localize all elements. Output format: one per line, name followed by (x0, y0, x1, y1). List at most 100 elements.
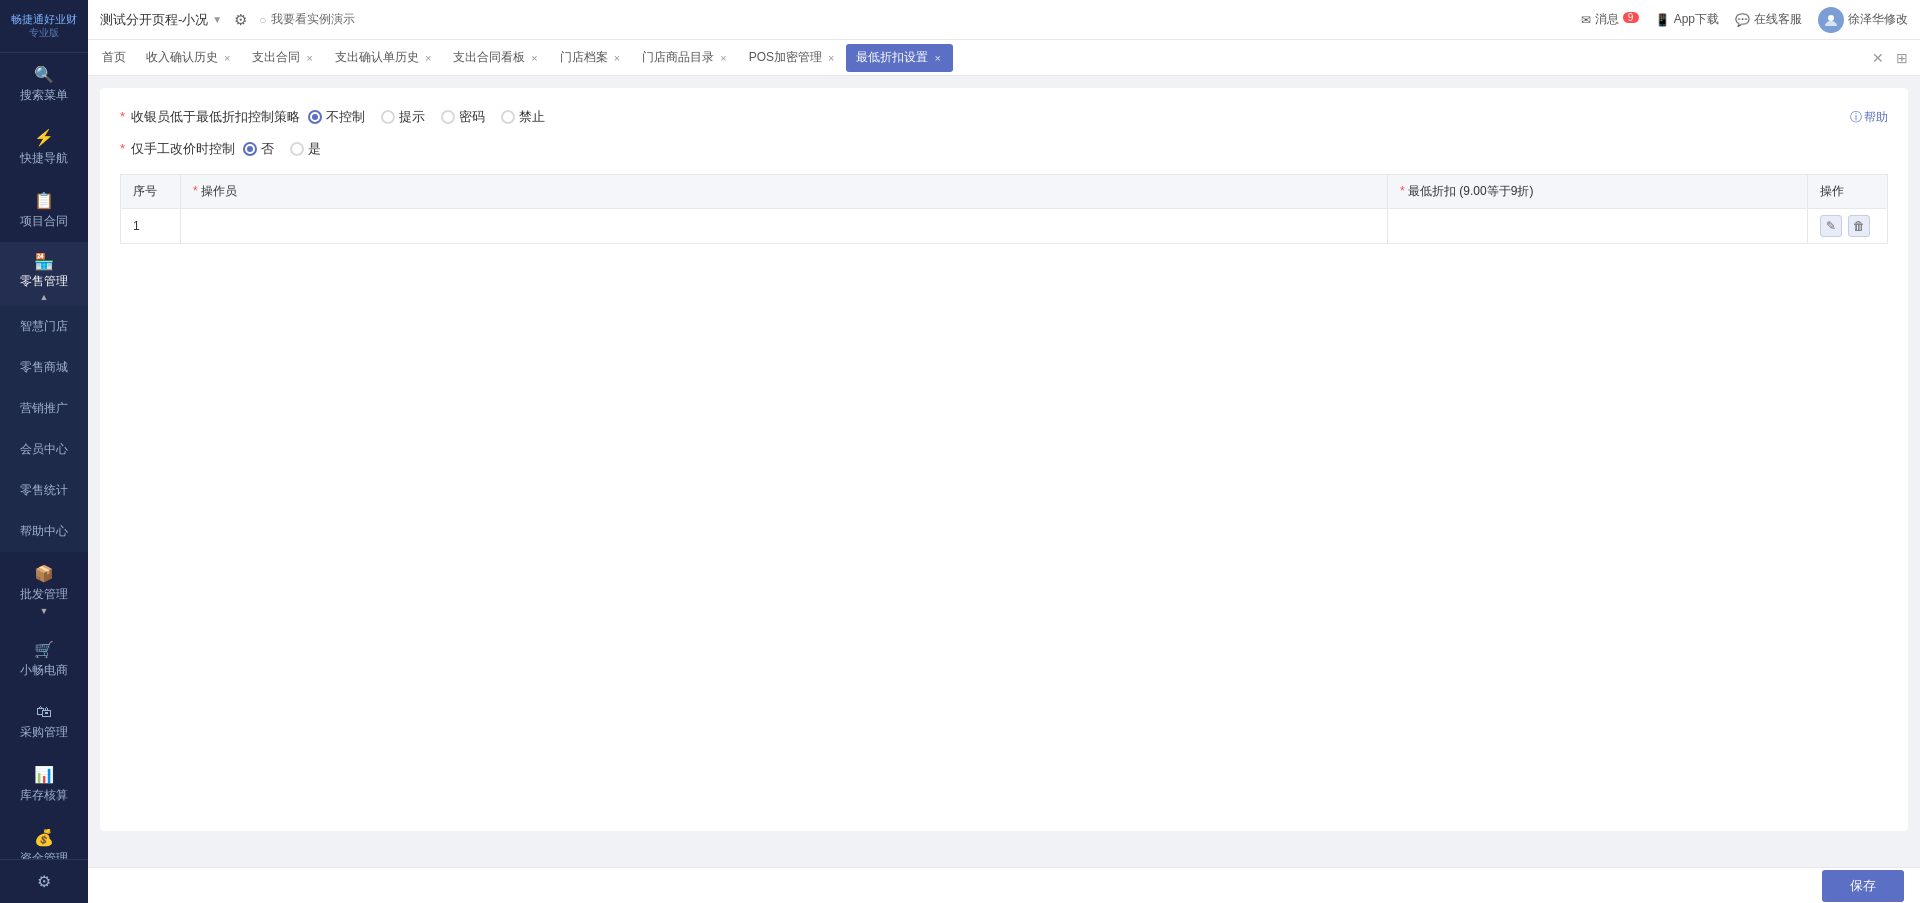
sidebar-item-retail[interactable]: 🏪 零售管理 ▲ (0, 242, 88, 306)
gear-icon[interactable]: ⚙ (37, 872, 51, 891)
help-label: 帮助 (1864, 109, 1888, 126)
radio-no-label: 否 (261, 140, 274, 158)
tab-store-close[interactable]: × (612, 52, 622, 64)
topbar: 测试分开页程-小况 ▼ ⚙ ○ 我要看实例演示 ✉ 消息 9 📱 App下载 💬… (88, 0, 1920, 40)
message-action[interactable]: ✉ 消息 9 (1581, 11, 1639, 28)
bottom-save-bar: 保存 (88, 867, 1920, 903)
logo-sub: 专业版 (6, 26, 82, 40)
tab-payboard[interactable]: 支出合同看板 × (443, 44, 549, 72)
radio-yes[interactable]: 是 (290, 140, 321, 158)
online-service-action[interactable]: 💬 在线客服 (1735, 11, 1802, 28)
message-label: 消息 (1595, 11, 1619, 28)
sidebar-item-inventory[interactable]: 📊 库存核算 (0, 753, 88, 816)
circle-icon: ○ (259, 13, 266, 27)
sidebar-item-stats[interactable]: 零售统计 (0, 470, 88, 511)
sidebar-item-quicknav[interactable]: ⚡ 快捷导航 (0, 116, 88, 179)
tab-payconfirm[interactable]: 支出确认单历史 × (325, 44, 443, 72)
project-selector[interactable]: 测试分开页程-小况 ▼ (100, 11, 222, 29)
sidebar-item-label: 项目合同 (20, 213, 68, 230)
radio-hint[interactable]: 提示 (381, 108, 425, 126)
discount-table: 序号 * 操作员 * 最低折扣 (9.00等于9折) 操作 (120, 174, 1888, 244)
tab-pos[interactable]: POS加密管理 × (739, 44, 847, 72)
topbar-right: ✉ 消息 9 📱 App下载 💬 在线客服 徐泽华修改 (1581, 7, 1908, 33)
sidebar-item-ecommerce[interactable]: 🛒 小畅电商 (0, 628, 88, 691)
tab-store[interactable]: 门店档案 × (550, 44, 632, 72)
tab-income-close[interactable]: × (222, 52, 232, 64)
sidebar-item-help[interactable]: 帮助中心 (0, 511, 88, 552)
app-download-action[interactable]: 📱 App下载 (1655, 11, 1719, 28)
tab-expand-icon[interactable]: ⊞ (1892, 48, 1912, 68)
demo-link[interactable]: ○ 我要看实例演示 (259, 11, 354, 28)
sidebar-item-label: 批发管理 (20, 586, 68, 603)
message-badge: 9 (1623, 12, 1639, 23)
main-card: * 收银员低于最低折扣控制策略 不控制 提示 (100, 88, 1908, 831)
tab-discount-label: 最低折扣设置 (856, 49, 928, 66)
sidebar-item-marketing[interactable]: 营销推广 (0, 388, 88, 429)
sidebar-item-search[interactable]: 🔍 搜索菜单 (0, 53, 88, 116)
user-action[interactable]: 徐泽华修改 (1818, 7, 1908, 33)
tab-home[interactable]: 首页 (92, 44, 136, 72)
sidebar-item-member[interactable]: 会员中心 (0, 429, 88, 470)
package-icon: 📦 (34, 564, 54, 583)
sidebar-item-label: 快捷导航 (20, 150, 68, 167)
tab-payboard-close[interactable]: × (529, 52, 539, 64)
store-icon: 🏪 (34, 252, 54, 271)
row-delete-button[interactable]: 🗑 (1848, 215, 1870, 237)
required-mark2: * (120, 141, 125, 156)
help-icon: ⓘ (1850, 109, 1862, 126)
control-strategy-radio-group: 不控制 提示 密码 禁止 (308, 108, 545, 126)
tab-payment-close[interactable]: × (304, 52, 314, 64)
tab-payment[interactable]: 支出合同 × (242, 44, 324, 72)
sidebar-item-label: 营销推广 (20, 400, 68, 417)
table-header-row: 序号 * 操作员 * 最低折扣 (9.00等于9折) 操作 (121, 175, 1888, 209)
radio-ban[interactable]: 禁止 (501, 108, 545, 126)
tab-discount[interactable]: 最低折扣设置 × (846, 44, 952, 72)
tab-discount-close[interactable]: × (932, 52, 942, 64)
radio-none[interactable]: 不控制 (308, 108, 365, 126)
tab-pos-close[interactable]: × (826, 52, 836, 64)
sidebar-item-project[interactable]: 📋 项目合同 (0, 179, 88, 242)
sidebar-item-smart[interactable]: 智慧门店 (0, 306, 88, 347)
row-edit-button[interactable]: ✎ (1820, 215, 1842, 237)
sidebar-item-wholesale[interactable]: 📦 批发管理 ▼ (0, 552, 88, 628)
dropdown-arrow-icon: ▼ (212, 14, 222, 25)
required-mark: * (120, 109, 125, 124)
radio-password-label: 密码 (459, 108, 485, 126)
help-link[interactable]: ⓘ 帮助 (1850, 109, 1888, 126)
radio-none-label: 不控制 (326, 108, 365, 126)
radio-none-circle (308, 110, 322, 124)
save-button[interactable]: 保存 (1822, 870, 1904, 902)
radio-no[interactable]: 否 (243, 140, 274, 158)
radio-hint-label: 提示 (399, 108, 425, 126)
user-name: 徐泽华修改 (1848, 11, 1908, 28)
tab-payconfirm-label: 支出确认单历史 (335, 49, 419, 66)
control-strategy-label: * 收银员低于最低折扣控制策略 (120, 108, 300, 126)
tabbar-actions: ✕ ⊞ (1868, 48, 1916, 68)
tab-goods-close[interactable]: × (718, 52, 728, 64)
radio-password[interactable]: 密码 (441, 108, 485, 126)
manual-control-label: * 仅手工改价时控制 (120, 140, 235, 158)
app-download-label: App下载 (1674, 11, 1719, 28)
radio-hint-circle (381, 110, 395, 124)
cell-seq: 1 (121, 209, 181, 244)
sidebar-item-purchase[interactable]: 🛍 采购管理 (0, 691, 88, 753)
tab-store-label: 门店档案 (560, 49, 608, 66)
shopping-icon: 🛍 (36, 703, 52, 721)
topbar-settings-icon[interactable]: ⚙ (234, 11, 247, 29)
tab-income[interactable]: 收入确认历史 × (136, 44, 242, 72)
cell-operator (181, 209, 1388, 244)
chart-icon: 📊 (34, 765, 54, 784)
radio-no-circle (243, 142, 257, 156)
sidebar-item-capital[interactable]: 💰 资金管理 (0, 816, 88, 859)
table-row: 1 ✎ 🗑 (121, 209, 1888, 244)
sidebar-item-retailmall[interactable]: 零售商城 (0, 347, 88, 388)
tab-goods-label: 门店商品目录 (642, 49, 714, 66)
avatar (1818, 7, 1844, 33)
tab-close-all-icon[interactable]: ✕ (1868, 48, 1888, 68)
radio-yes-label: 是 (308, 140, 321, 158)
chevron-down-icon: ▼ (40, 606, 49, 616)
control-strategy-row: * 收银员低于最低折扣控制策略 不控制 提示 (120, 108, 1888, 126)
tab-payconfirm-close[interactable]: × (423, 52, 433, 64)
radio-ban-circle (501, 110, 515, 124)
tab-goods[interactable]: 门店商品目录 × (632, 44, 738, 72)
